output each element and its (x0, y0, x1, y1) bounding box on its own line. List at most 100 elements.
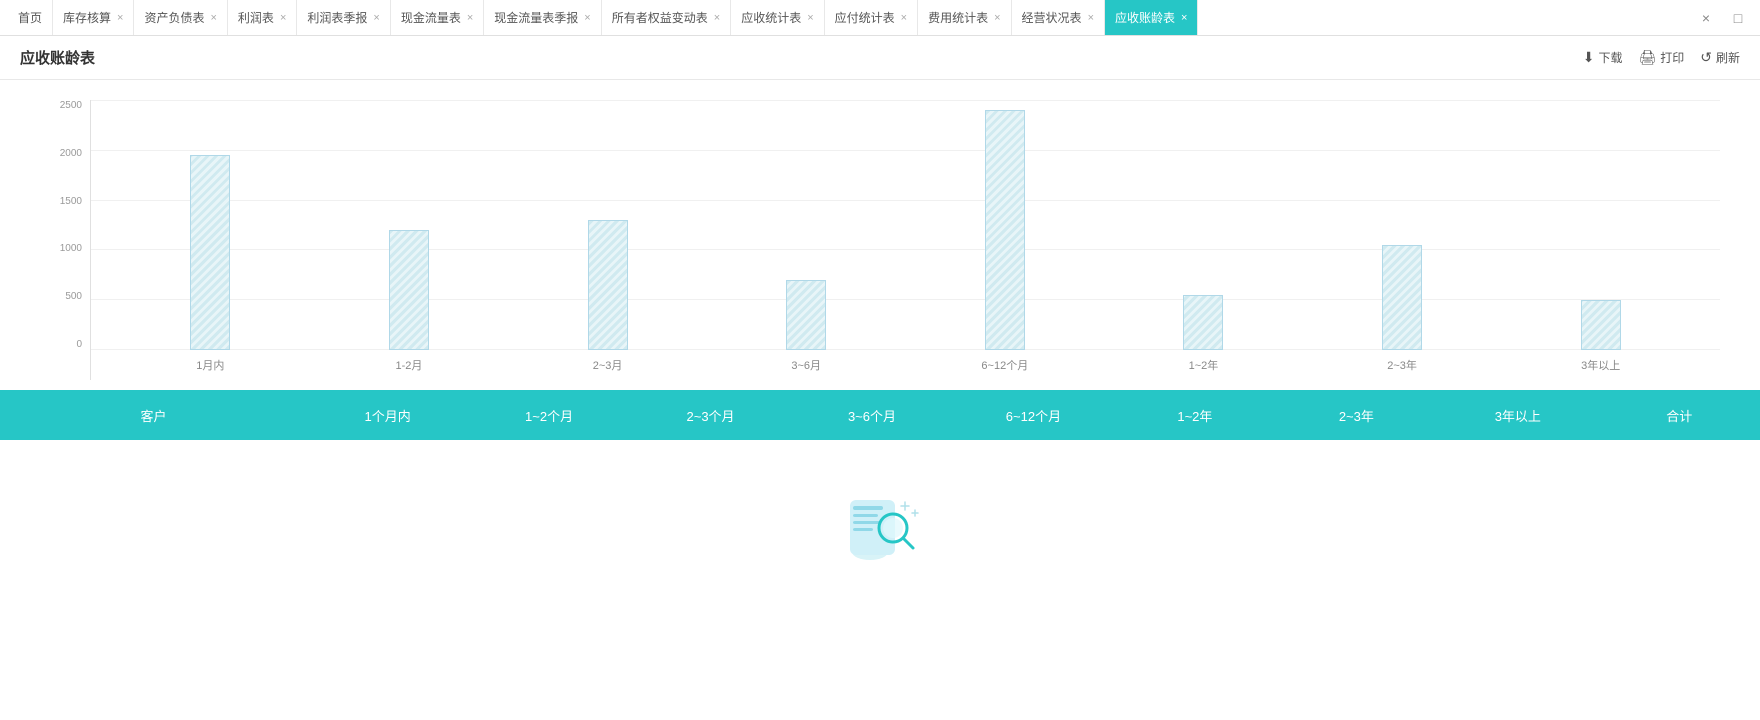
bar-0 (190, 155, 230, 350)
bar-group-5 (1183, 295, 1223, 350)
tab-库存核算[interactable]: 库存核算 × (53, 0, 134, 36)
tab-label: 费用统计表 (928, 9, 988, 26)
window-maximize-button[interactable]: □ (1724, 4, 1752, 32)
tab-现金流量表[interactable]: 现金流量表 × (391, 0, 484, 36)
x-label-5: 1~2年 (1173, 357, 1233, 373)
header-actions: ⬇ 下载 🖨 打印 ↺ 刷新 (1583, 49, 1740, 66)
tab-close-icon[interactable]: × (807, 12, 813, 24)
tab-label: 所有者权益变动表 (612, 9, 708, 26)
bar-2 (588, 220, 628, 350)
tab-应收统计表[interactable]: 应收统计表 × (731, 0, 824, 36)
empty-icon (835, 480, 925, 570)
th-month23: 2~3个月 (630, 406, 791, 425)
th-month12: 1~2个月 (468, 406, 629, 425)
print-button[interactable]: 🖨 打印 (1638, 49, 1684, 66)
print-icon: 🖨 (1638, 49, 1656, 66)
window-controls: × □ (1692, 4, 1752, 32)
tab-label: 经营状况表 (1022, 9, 1082, 26)
tab-close-icon[interactable]: × (901, 12, 907, 24)
x-label-1: 1-2月 (379, 357, 439, 373)
bar-group-0 (190, 155, 230, 350)
tab-label: 应收统计表 (741, 9, 801, 26)
print-label: 打印 (1660, 49, 1684, 66)
y-label-2500: 2500 (60, 100, 82, 111)
content-area: 2500 2000 1500 1000 500 0 (0, 80, 1760, 720)
bar-group-6 (1382, 245, 1422, 350)
tab-应收账龄表[interactable]: 应收账龄表 × (1105, 0, 1198, 36)
x-labels: 1月内 1-2月 2~3月 3~6月 6~12个月 1~2年 2~3年 3年以上 (91, 350, 1720, 380)
x-label-4: 6~12个月 (975, 357, 1035, 373)
chart-section: 2500 2000 1500 1000 500 0 (0, 80, 1760, 390)
tab-label: 资产负债表 (144, 9, 204, 26)
empty-state (0, 440, 1760, 610)
y-label-2000: 2000 (60, 148, 82, 159)
tab-现金流量表季报[interactable]: 现金流量表季报 × (484, 0, 601, 36)
refresh-label: 刷新 (1716, 49, 1740, 66)
download-icon: ⬇ (1583, 49, 1595, 66)
th-year23: 2~3年 (1276, 406, 1437, 425)
tab-label: 利润表季报 (307, 9, 367, 26)
tab-close-icon[interactable]: × (373, 12, 379, 24)
tab-close-icon[interactable]: × (280, 12, 286, 24)
bar-group-4 (985, 110, 1025, 350)
page-title: 应收账龄表 (20, 47, 95, 68)
tab-费用统计表[interactable]: 费用统计表 × (918, 0, 1011, 36)
tab-应付统计表[interactable]: 应付统计表 × (825, 0, 918, 36)
th-month36: 3~6个月 (791, 406, 952, 425)
page-header: 应收账龄表 ⬇ 下载 🖨 打印 ↺ 刷新 (0, 36, 1760, 80)
bar-group-2 (588, 220, 628, 350)
x-label-3: 3~6月 (776, 357, 836, 373)
bar-1 (389, 230, 429, 350)
tab-利润表季报[interactable]: 利润表季报 × (297, 0, 390, 36)
download-label: 下载 (1598, 49, 1622, 66)
refresh-icon: ↺ (1700, 49, 1712, 66)
tab-bar: 首页 库存核算 × 资产负债表 × 利润表 × 利润表季报 × 现金流量表 × … (0, 0, 1760, 36)
bar-5 (1183, 295, 1223, 350)
table-header: 客户 1个月内 1~2个月 2~3个月 3~6个月 6~12个月 1~2年 2~… (0, 390, 1760, 440)
refresh-button[interactable]: ↺ 刷新 (1700, 49, 1740, 66)
tab-利润表[interactable]: 利润表 × (228, 0, 297, 36)
x-label-6: 2~3年 (1372, 357, 1432, 373)
tab-label: 利润表 (238, 9, 274, 26)
tab-label: 应付统计表 (835, 9, 895, 26)
x-label-2: 2~3月 (578, 357, 638, 373)
tab-close-icon[interactable]: × (210, 12, 216, 24)
tab-close-icon[interactable]: × (584, 12, 590, 24)
tab-home[interactable]: 首页 (8, 0, 53, 36)
bar-7 (1581, 300, 1621, 350)
bar-group-7 (1581, 300, 1621, 350)
y-label-500: 500 (65, 291, 82, 302)
bar-group-3 (786, 280, 826, 350)
tab-close-icon[interactable]: × (467, 12, 473, 24)
y-label-1000: 1000 (60, 243, 82, 254)
tab-资产负债表[interactable]: 资产负债表 × (134, 0, 227, 36)
y-label-0: 0 (76, 339, 82, 350)
tab-label: 库存核算 (63, 9, 111, 26)
x-label-7: 3年以上 (1571, 357, 1631, 373)
tab-经营状况表[interactable]: 经营状况表 × (1012, 0, 1105, 36)
th-month1: 1个月内 (307, 406, 468, 425)
tab-label: 应收账龄表 (1115, 9, 1175, 26)
th-yearplus: 3年以上 (1437, 406, 1598, 425)
tab-close-icon[interactable]: × (1088, 12, 1094, 24)
tab-label: 现金流量表 (401, 9, 461, 26)
tab-close-icon[interactable]: × (714, 12, 720, 24)
th-customer: 客户 (0, 406, 307, 425)
bar-6 (1382, 245, 1422, 350)
tab-label: 现金流量表季报 (494, 9, 578, 26)
window-close-button[interactable]: × (1692, 4, 1720, 32)
tab-所有者权益变动表[interactable]: 所有者权益变动表 × (602, 0, 731, 36)
chart-body: 1月内 1-2月 2~3月 3~6月 6~12个月 1~2年 2~3年 3年以上 (90, 100, 1720, 380)
th-month612: 6~12个月 (953, 406, 1114, 425)
tab-close-icon[interactable]: × (994, 12, 1000, 24)
y-label-1500: 1500 (60, 196, 82, 207)
download-button[interactable]: ⬇ 下载 (1583, 49, 1623, 66)
bars-row (91, 100, 1720, 350)
bar-4 (985, 110, 1025, 350)
th-total: 合计 (1599, 406, 1760, 425)
y-axis: 2500 2000 1500 1000 500 0 (40, 100, 90, 350)
tab-close-icon[interactable]: × (117, 12, 123, 24)
tab-close-active-icon[interactable]: × (1181, 12, 1187, 24)
x-label-0: 1月内 (180, 357, 240, 373)
bar-group-1 (389, 230, 429, 350)
